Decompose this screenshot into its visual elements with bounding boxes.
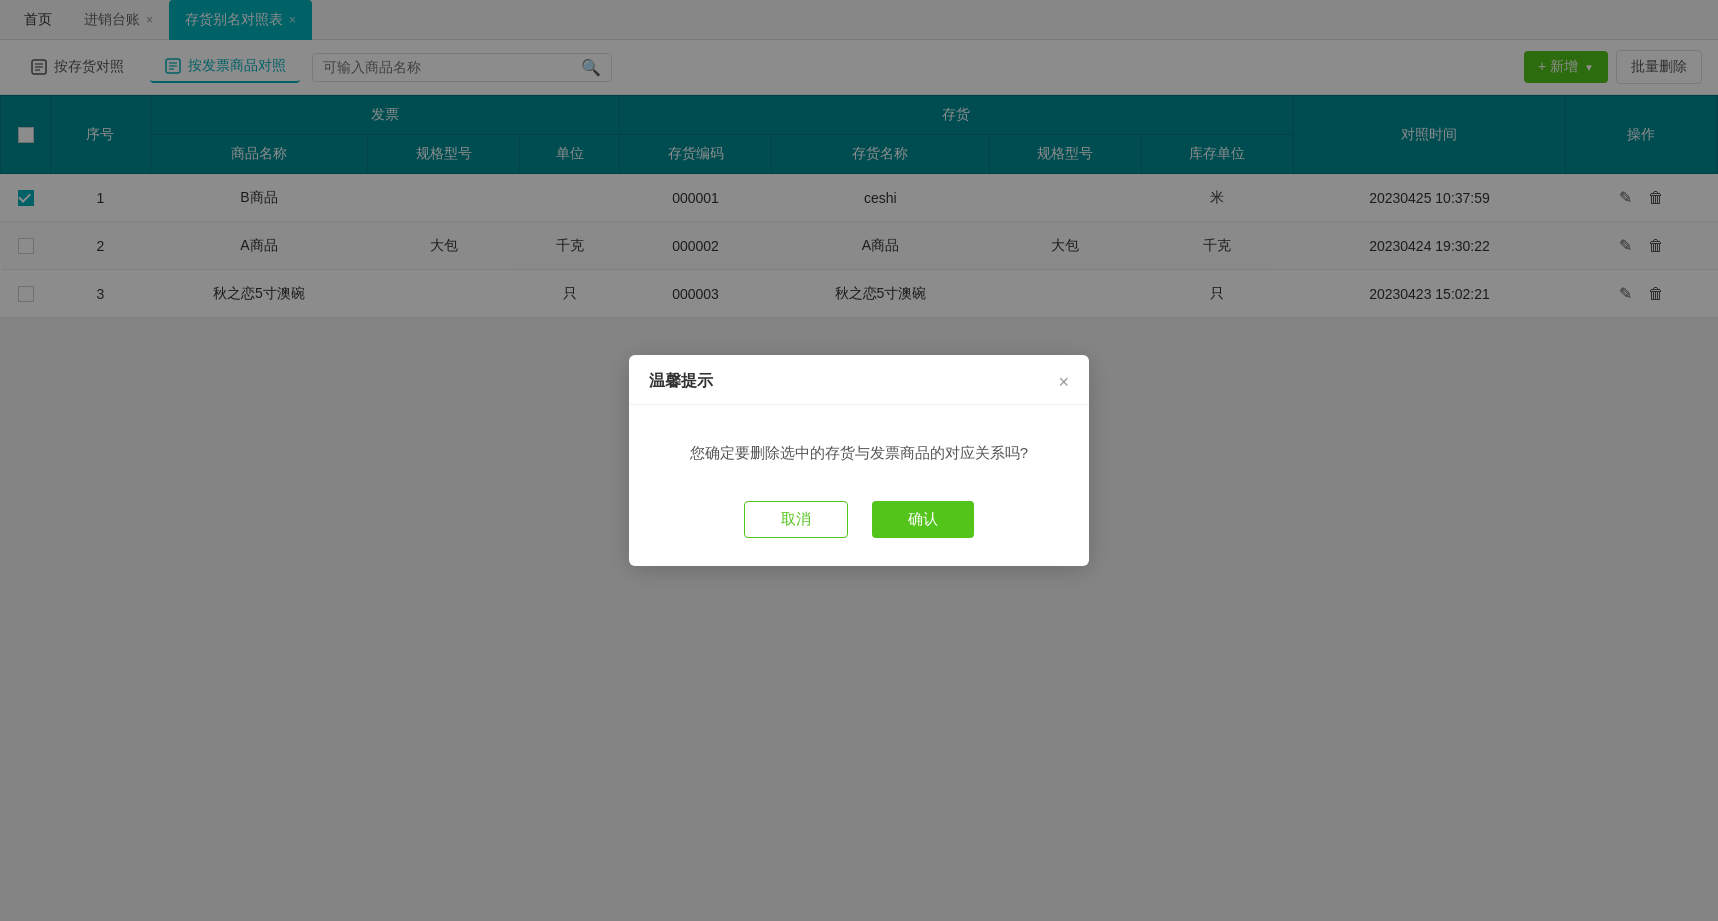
modal-message: 您确定要删除选中的存货与发票商品的对应关系吗? xyxy=(690,444,1028,461)
modal-close-button[interactable]: × xyxy=(1058,373,1069,391)
modal-overlay: 温馨提示 × 您确定要删除选中的存货与发票商品的对应关系吗? 取消 确认 xyxy=(0,0,1718,921)
modal-header: 温馨提示 × xyxy=(629,355,1089,405)
modal-body: 您确定要删除选中的存货与发票商品的对应关系吗? xyxy=(629,405,1089,493)
modal-footer: 取消 确认 xyxy=(629,493,1089,566)
modal-title: 温馨提示 xyxy=(649,371,713,392)
modal-confirm-button[interactable]: 确认 xyxy=(872,501,974,538)
modal-cancel-button[interactable]: 取消 xyxy=(744,501,848,538)
modal-dialog: 温馨提示 × 您确定要删除选中的存货与发票商品的对应关系吗? 取消 确认 xyxy=(629,355,1089,566)
